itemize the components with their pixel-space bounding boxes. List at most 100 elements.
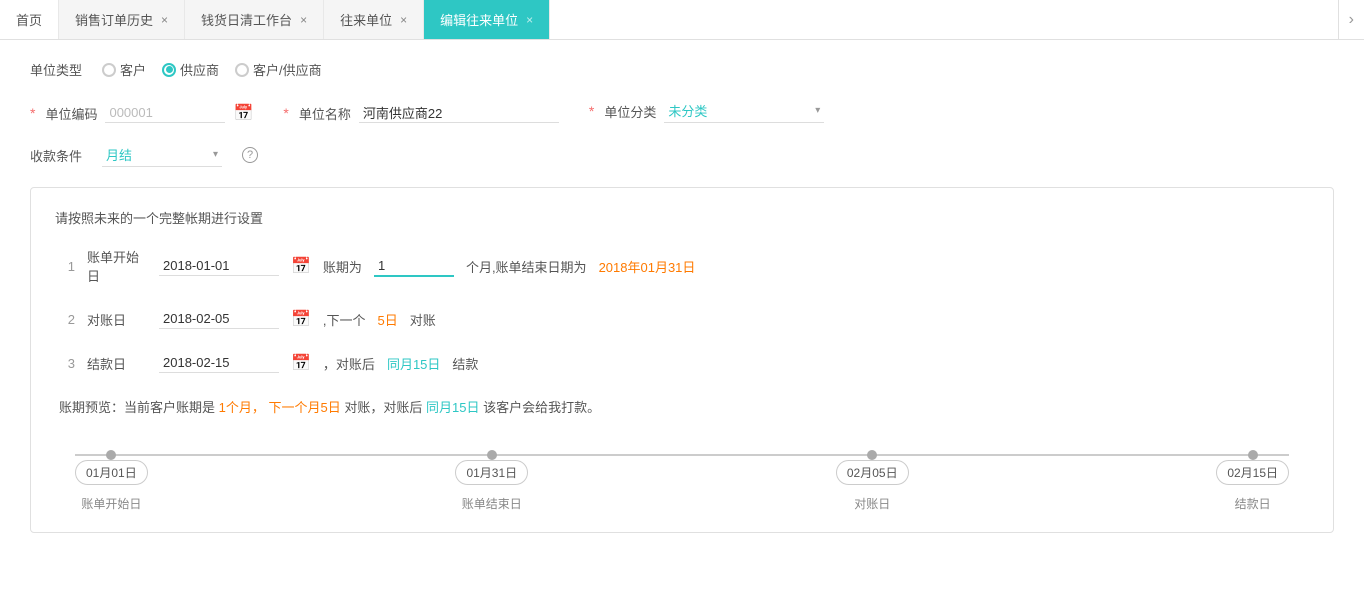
unit-name-star: * [283,105,288,121]
radio-customer-circle [102,63,116,77]
payment-dropdown[interactable]: 月结 ▾ [102,143,222,167]
tab-bar: 首页 销售订单历史 × 钱货日清工作台 × 往来单位 × 编辑往来单位 × › [0,0,1364,40]
payment-label: 收款条件 [30,146,82,165]
tab-sales-order[interactable]: 销售订单历史 × [59,0,185,39]
row-2-label: 对账日 [87,310,147,329]
tab-edit-partner[interactable]: 编辑往来单位 × [424,0,550,39]
timeline-label-4: 结款日 [1235,495,1271,512]
tab-edit-partner-label: 编辑往来单位 [440,10,518,29]
panel-title: 请按照未来的一个完整帐期进行设置 [55,208,1309,227]
timeline-label-3: 对账日 [854,495,890,512]
unit-cat-label: 单位分类 [604,102,656,121]
radio-group: 客户 供应商 客户/供应商 [102,60,322,79]
timeline-dot-1 [106,450,116,460]
tab-home[interactable]: 首页 [0,0,59,39]
setting-row-2: 2 对账日 📅 ,下一个 5日 对账 [55,309,1309,329]
timeline-item-2: 01月31日 账单结束日 [455,440,528,512]
payment-value: 月结 [106,145,207,164]
settings-panel: 请按照未来的一个完整帐期进行设置 1 账单开始日 📅 账期为 个月,账单结束日期… [30,187,1334,533]
tab-edit-partner-close[interactable]: × [526,13,533,27]
timeline-dot-3 [867,450,877,460]
unit-cat-dropdown[interactable]: 未分类 ▾ [664,99,824,123]
unit-name-label: 单位名称 [299,104,351,123]
timeline-label-1: 账单开始日 [81,495,141,512]
tab-more-arrow[interactable]: › [1338,0,1364,39]
unit-code-star: * [30,105,35,121]
preview-p3: 同月15日 [426,400,479,415]
radio-supplier-label: 供应商 [180,60,219,79]
tab-partner-close[interactable]: × [400,13,407,27]
tab-partner-label: 往来单位 [340,10,392,29]
row-3-highlight: 同月15日 [387,354,440,373]
unit-type-label: 单位类型 [30,60,82,79]
row-3-label: 结款日 [87,354,147,373]
timeline-badge-3: 02月05日 [836,460,909,485]
timeline: 01月01日 账单开始日 01月31日 账单结束日 02月05日 对账日 [55,440,1309,512]
row-2-date-input[interactable] [159,309,279,329]
unit-name-field: * 单位名称 [283,103,558,123]
timeline-label-2: 账单结束日 [462,495,522,512]
period-input[interactable] [374,256,454,277]
payment-row: 收款条件 月结 ▾ ? [30,143,1334,167]
setting-row-1: 1 账单开始日 📅 账期为 个月,账单结束日期为 2018年01月31日 [55,247,1309,285]
unit-code-calendar-icon[interactable]: 📅 [233,103,253,123]
radio-both-label: 客户/供应商 [253,60,322,79]
row-1-label: 账单开始日 [87,247,147,285]
row-1-mid-text: 账期为 [323,257,362,276]
row-3-num: 3 [55,356,75,371]
row-1-num: 1 [55,259,75,274]
unit-type-row: 单位类型 客户 供应商 客户/供应商 [30,60,1334,79]
row-2-desc-before: ,下一个 [323,310,366,329]
timeline-item-4: 02月15日 结款日 [1216,440,1289,512]
row-1-end-highlight: 2018年01月31日 [599,257,696,276]
tab-home-label: 首页 [16,10,42,29]
radio-customer[interactable]: 客户 [102,60,146,79]
row-2-desc-after: 对账 [410,310,436,329]
preview-label: 账期预览：当前客户账期是 [59,400,215,415]
setting-row-3: 3 结款日 📅 ，对账后 同月15日 结款 [55,353,1309,373]
timeline-line [75,454,1289,456]
row-2-highlight: 5日 [378,310,398,329]
tab-cashflow[interactable]: 钱货日清工作台 × [185,0,324,39]
tab-partner[interactable]: 往来单位 × [324,0,424,39]
radio-both[interactable]: 客户/供应商 [235,60,322,79]
timeline-badge-2: 01月31日 [455,460,528,485]
row-1-end-text: 个月,账单结束日期为 [466,257,587,276]
radio-supplier[interactable]: 供应商 [162,60,219,79]
unit-cat-field: * 单位分类 未分类 ▾ [589,99,824,123]
unit-code-field: * 单位编码 📅 [30,103,253,123]
tab-sales-order-close[interactable]: × [161,13,168,27]
timeline-dot-2 [487,450,497,460]
unit-code-label: 单位编码 [45,104,97,123]
row-2-calendar-icon[interactable]: 📅 [291,309,311,329]
timeline-badge-1: 01月01日 [75,460,148,485]
row-2-num: 2 [55,312,75,327]
tab-sales-order-label: 销售订单历史 [75,10,153,29]
unit-cat-value: 未分类 [668,101,809,120]
row-3-desc-before: ，对账后 [323,354,375,373]
preview-mid: 对账，对账后 [344,400,422,415]
radio-supplier-circle [162,63,176,77]
row-1-date-input[interactable] [159,256,279,276]
row-1-calendar-icon[interactable]: 📅 [291,256,311,276]
row-3-desc-after: 结款 [452,354,478,373]
unit-name-input[interactable] [359,103,559,123]
unit-code-input[interactable] [105,103,225,123]
tab-cashflow-close[interactable]: × [300,13,307,27]
timeline-item-3: 02月05日 对账日 [836,440,909,512]
row-3-date-input[interactable] [159,353,279,373]
timeline-dot-4 [1248,450,1258,460]
timeline-badge-4: 02月15日 [1216,460,1289,485]
row-3-calendar-icon[interactable]: 📅 [291,353,311,373]
help-icon[interactable]: ? [242,147,258,163]
unit-cat-arrow-icon: ▾ [815,105,820,116]
unit-cat-star: * [589,103,594,119]
radio-customer-label: 客户 [120,60,146,79]
radio-both-circle [235,63,249,77]
tab-cashflow-label: 钱货日清工作台 [201,10,292,29]
arrow-icon: › [1349,11,1354,29]
payment-arrow-icon: ▾ [213,149,218,160]
preview-text: 账期预览：当前客户账期是 1个月， 下一个月5日 对账，对账后 同月15日 该客… [55,397,1309,416]
unit-info-row: * 单位编码 📅 * 单位名称 * 单位分类 未分类 ▾ [30,99,1334,123]
preview-p1: 1个月， [219,400,265,415]
